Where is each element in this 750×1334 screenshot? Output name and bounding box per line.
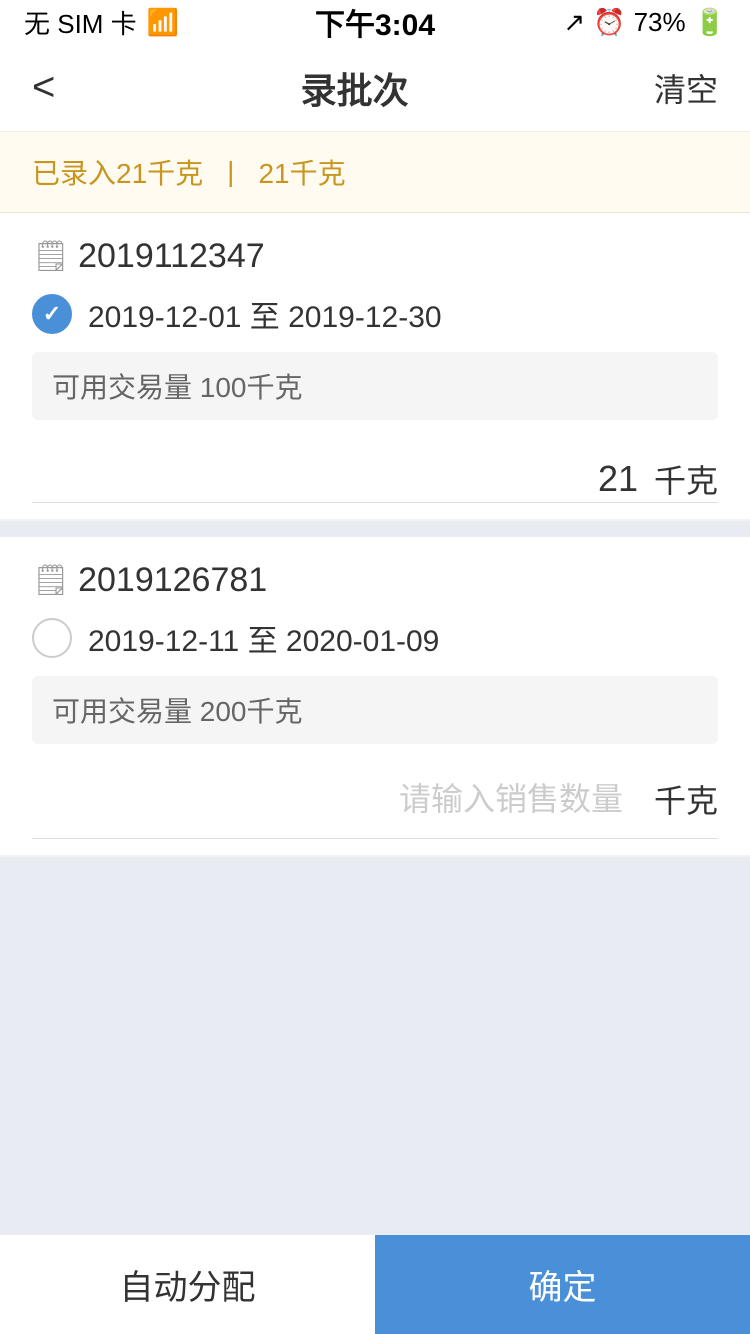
location-icon: ↗: [563, 7, 585, 38]
confirm-button[interactable]: 确定: [375, 1235, 750, 1334]
section-divider: [0, 521, 750, 537]
status-left: 无 SIM 卡 📶: [24, 4, 179, 41]
batch-date-2: 2019-12-11 至 2020-01-09: [88, 616, 439, 660]
bottom-bar: 自动分配 确定: [0, 1234, 750, 1334]
summary-divider: |: [227, 156, 234, 188]
summary-bar: 已录入21千克 | 21千克: [0, 132, 750, 213]
doc-icon-2: 🗒: [32, 563, 70, 598]
batch-card-2: 🗒 2019126781 2019-12-11 至 2020-01-09 可用交…: [0, 537, 750, 855]
clear-button[interactable]: 清空: [654, 65, 718, 111]
batch-available-2: 可用交易量 200千克: [32, 676, 718, 744]
nav-bar: < 录批次 清空: [0, 44, 750, 132]
batch-amount-unit-2: 千克: [654, 776, 718, 822]
batch-id-row-2: 🗒 2019126781: [32, 561, 718, 600]
batch-id-1: 2019112347: [78, 237, 265, 276]
batch-amount-unit-1: 千克: [654, 456, 718, 502]
batch-available-1: 可用交易量 100千克: [32, 352, 718, 420]
sales-quantity-input[interactable]: [238, 781, 638, 818]
radio-btn-2[interactable]: [32, 618, 72, 658]
total-amount: 21千克: [258, 152, 345, 192]
status-right: ↗ ⏰ 73% 🔋: [563, 7, 726, 38]
batch-amount-value-1: 21: [598, 458, 638, 500]
back-button[interactable]: <: [32, 65, 55, 110]
page-title: 录批次: [301, 62, 409, 114]
batch-id-row-1: 🗒 2019112347: [32, 237, 718, 276]
batch-id-2: 2019126781: [78, 561, 267, 600]
battery-text: 73%: [634, 7, 686, 38]
batch-date-1: 2019-12-01 至 2019-12-30: [88, 292, 442, 336]
batch-date-row-1[interactable]: 2019-12-01 至 2019-12-30: [32, 292, 718, 336]
batch-card-1: 🗒 2019112347 2019-12-01 至 2019-12-30 可用交…: [0, 213, 750, 519]
batch-date-row-2[interactable]: 2019-12-11 至 2020-01-09: [32, 616, 718, 660]
status-bar: 无 SIM 卡 📶 下午3:04 ↗ ⏰ 73% 🔋: [0, 0, 750, 44]
recorded-amount: 已录入21千克: [32, 152, 203, 192]
alarm-icon: ⏰: [593, 7, 625, 38]
batch-amount-row-1: 21 千克: [0, 440, 750, 502]
no-sim-text: 无 SIM 卡: [24, 4, 137, 41]
status-time: 下午3:04: [315, 0, 435, 44]
batch-amount-input-row-2[interactable]: 千克: [0, 764, 750, 838]
doc-icon-1: 🗒: [32, 239, 70, 274]
radio-btn-1[interactable]: [32, 294, 72, 334]
battery-icon: 🔋: [694, 7, 726, 38]
auto-assign-button[interactable]: 自动分配: [0, 1235, 375, 1334]
wifi-icon: 📶: [147, 7, 179, 38]
